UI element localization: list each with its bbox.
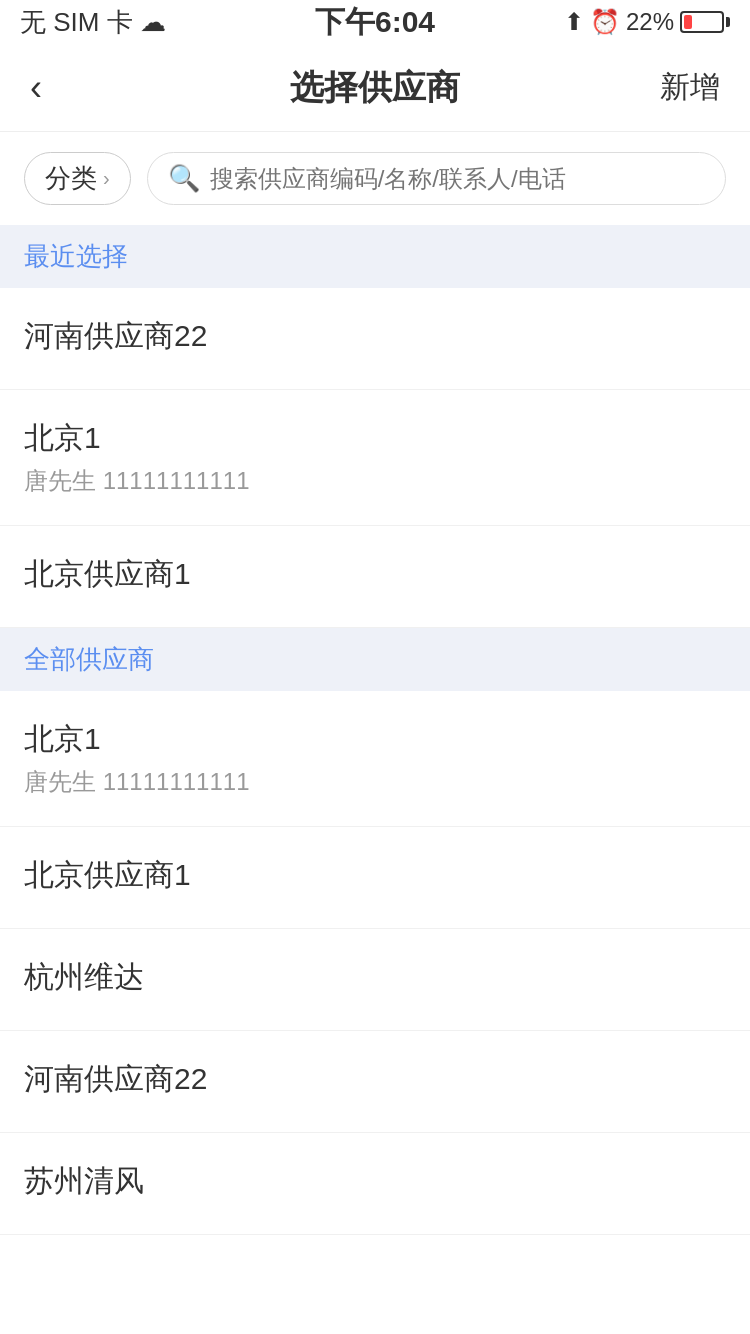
- item-name: 北京1: [24, 418, 726, 459]
- list-item[interactable]: 北京1 唐先生 11111111111: [0, 390, 750, 526]
- item-detail: 唐先生 11111111111: [24, 766, 726, 798]
- sim-status: 无 SIM 卡 ☁: [20, 5, 166, 40]
- search-icon: 🔍: [168, 163, 200, 194]
- search-box[interactable]: 🔍: [147, 152, 726, 205]
- item-name: 北京供应商1: [24, 855, 726, 896]
- list-item[interactable]: 北京供应商1: [0, 827, 750, 929]
- battery-icon: [680, 11, 730, 33]
- status-right: ⬆ ⏰ 22%: [564, 8, 730, 36]
- add-button[interactable]: 新增: [640, 67, 720, 108]
- page-title: 选择供应商: [290, 65, 460, 111]
- location-icon: ⬆: [564, 8, 584, 36]
- battery-percent: 22%: [626, 8, 674, 36]
- recent-list: 河南供应商22 北京1 唐先生 11111111111 北京供应商1: [0, 288, 750, 628]
- list-item[interactable]: 河南供应商22: [0, 288, 750, 390]
- item-name: 河南供应商22: [24, 1059, 726, 1100]
- recent-section-header: 最近选择: [0, 225, 750, 288]
- all-list: 北京1 唐先生 11111111111 北京供应商1 杭州维达河南供应商22 苏州清风: [0, 691, 750, 1235]
- list-item[interactable]: 北京供应商1: [0, 526, 750, 628]
- list-item[interactable]: 北京1 唐先生 11111111111: [0, 691, 750, 827]
- item-name: 北京供应商1: [24, 554, 726, 595]
- item-name: 苏州清风: [24, 1161, 726, 1202]
- category-label: 分类: [45, 161, 97, 196]
- alarm-icon: ⏰: [590, 8, 620, 36]
- item-name: 河南供应商22: [24, 316, 726, 357]
- filter-bar: 分类 › 🔍: [0, 132, 750, 225]
- all-section-header: 全部供应商: [0, 628, 750, 691]
- status-left: 无 SIM 卡 ☁: [20, 5, 166, 40]
- list-item[interactable]: 苏州清风: [0, 1133, 750, 1235]
- status-bar: 无 SIM 卡 ☁ 下午6:04 ⬆ ⏰ 22%: [0, 0, 750, 44]
- category-filter-button[interactable]: 分类 ›: [24, 152, 131, 205]
- item-name: 杭州维达: [24, 957, 726, 998]
- nav-bar: ‹ 选择供应商 新增: [0, 44, 750, 132]
- chevron-right-icon: ›: [103, 167, 110, 190]
- list-item[interactable]: 杭州维达: [0, 929, 750, 1031]
- item-name: 北京1: [24, 719, 726, 760]
- status-time: 下午6:04: [315, 2, 435, 43]
- back-button[interactable]: ‹: [30, 67, 110, 109]
- search-input[interactable]: [210, 165, 705, 193]
- item-detail: 唐先生 11111111111: [24, 465, 726, 497]
- list-item[interactable]: 河南供应商22: [0, 1031, 750, 1133]
